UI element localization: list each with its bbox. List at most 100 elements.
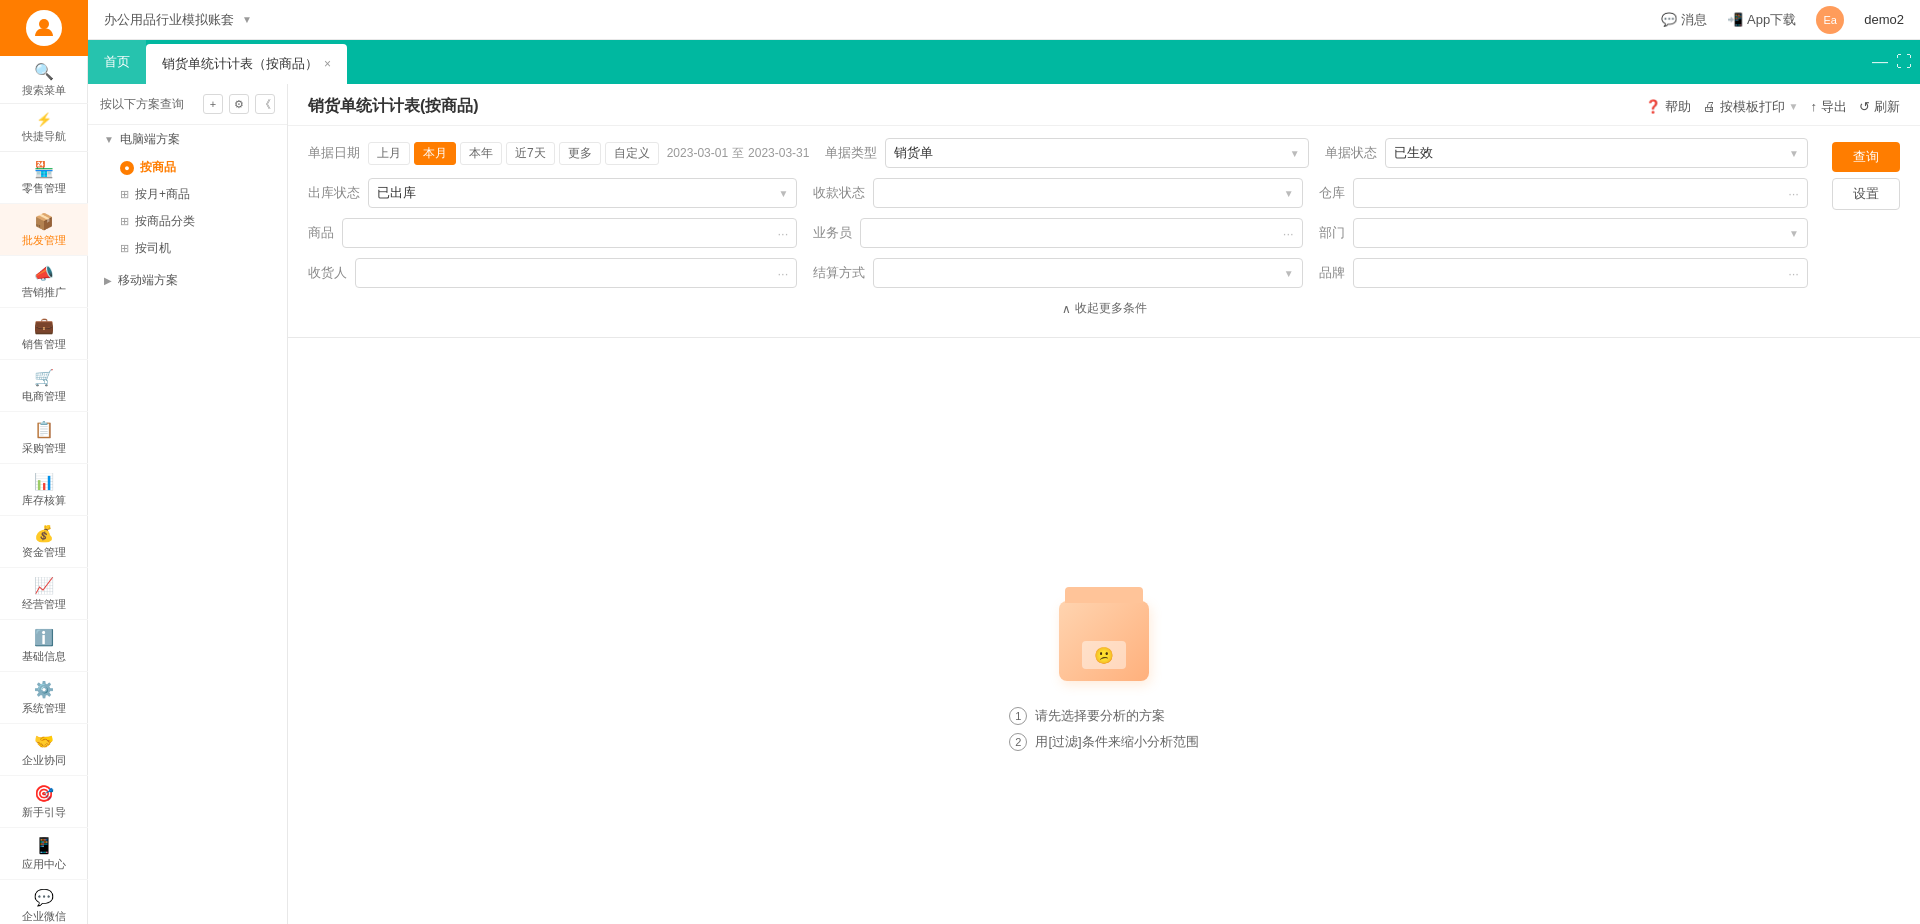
newguide-icon: 🎯	[34, 784, 54, 803]
collect-status-label: 收款状态	[813, 184, 865, 202]
tab-minimize-btn[interactable]: —	[1872, 53, 1888, 71]
help-label: 帮助	[1665, 98, 1691, 116]
salesperson-label: 业务员	[813, 224, 852, 242]
sidebar-item-marketing[interactable]: 📣 营销推广	[0, 256, 88, 308]
app-download-btn[interactable]: 📲 App下载	[1727, 11, 1796, 29]
settlement-select[interactable]: ▼	[873, 258, 1302, 288]
sidebar-item-appcenter[interactable]: 📱 应用中心	[0, 828, 88, 880]
empty-text: 1 请先选择要分析的方案 2 用[过滤]条件来缩小分析范围	[1009, 707, 1198, 751]
message-btn[interactable]: 💬 消息	[1661, 11, 1707, 29]
industry-label: 办公用品行业模拟账套	[104, 11, 234, 29]
collapse-filter-btn[interactable]: ∧ 收起更多条件	[1062, 300, 1147, 317]
brand-select[interactable]: ···	[1353, 258, 1808, 288]
marketing-label: 营销推广	[22, 285, 66, 300]
sidebar-item-corpwechat[interactable]: 💬 企业微信	[0, 880, 88, 924]
step-1-label: 请先选择要分析的方案	[1035, 707, 1165, 725]
svg-point-0	[39, 19, 49, 29]
inventory-icon: 📊	[34, 472, 54, 491]
tab-active[interactable]: 销货单统计计表（按商品） ×	[146, 44, 347, 84]
sidebar-item-ecommerce[interactable]: 🛒 电商管理	[0, 360, 88, 412]
quicknav-item[interactable]: ⚡ 快捷导航	[0, 104, 88, 152]
tree-item-by-category[interactable]: ⊞ 按商品分类	[88, 208, 287, 235]
settlement-arrow: ▼	[1284, 268, 1294, 279]
retail-icon: 🏪	[34, 160, 54, 179]
doc-status-select[interactable]: 已生效 ▼	[1385, 138, 1808, 168]
sidebar-item-inventory[interactable]: 📊 库存核算	[0, 464, 88, 516]
procurement-label: 采购管理	[22, 441, 66, 456]
sidebar-item-wholesale[interactable]: 📦 批发管理	[0, 204, 88, 256]
tree-item-by-category-label: 按商品分类	[135, 213, 195, 230]
page-title: 销货单统计计表(按商品)	[308, 96, 479, 117]
tab-home[interactable]: 首页	[88, 40, 146, 84]
out-status-select[interactable]: 已出库 ▼	[368, 178, 797, 208]
sidebar-item-system[interactable]: ⚙️ 系统管理	[0, 672, 88, 724]
date-pill-this-year[interactable]: 本年	[460, 142, 502, 165]
ecommerce-label: 电商管理	[22, 389, 66, 404]
app-download-icon: 📲	[1727, 12, 1743, 27]
tree-expand-icon: ▼	[104, 134, 114, 145]
date-pill-more[interactable]: 更多	[559, 142, 601, 165]
sidebar-item-procurement[interactable]: 📋 采购管理	[0, 412, 88, 464]
tree-item-by-month-goods[interactable]: ⊞ 按月+商品	[88, 181, 287, 208]
receiver-ellipsis[interactable]: ···	[777, 266, 788, 281]
avatar[interactable]: Ea	[1816, 6, 1844, 34]
sidebar-item-operations[interactable]: 📈 经营管理	[0, 568, 88, 620]
tree-item-by-cashier[interactable]: ⊞ 按司机	[88, 235, 287, 262]
date-pill-custom[interactable]: 自定义	[605, 142, 659, 165]
logo-icon	[26, 10, 62, 46]
tab-close-btn[interactable]: ×	[324, 57, 331, 71]
tree-item-grid-icon-1: ⊞	[120, 188, 129, 201]
date-range-separator: 至	[732, 145, 744, 162]
finance-label: 资金管理	[22, 545, 66, 560]
sidebar-item-retail[interactable]: 🏪 零售管理	[0, 152, 88, 204]
sidebar-item-newguide[interactable]: 🎯 新手引导	[0, 776, 88, 828]
empty-step-1: 1 请先选择要分析的方案	[1009, 707, 1198, 725]
search-menu-item[interactable]: 🔍 搜索菜单	[0, 56, 88, 104]
basic-icon: ℹ️	[34, 628, 54, 647]
brand-ellipsis[interactable]: ···	[1788, 266, 1799, 281]
date-range-start: 2023-03-01	[667, 146, 728, 160]
doc-type-select[interactable]: 销货单 ▼	[885, 138, 1308, 168]
print-dropdown-icon[interactable]: ▼	[1789, 101, 1799, 112]
export-btn[interactable]: ↑ 导出	[1811, 98, 1848, 116]
tree-section-mobile[interactable]: ▶ 移动端方案	[88, 266, 287, 295]
print-btn[interactable]: 🖨 按模板打印 ▼	[1703, 98, 1799, 116]
settings-button[interactable]: 设置	[1832, 178, 1900, 210]
refresh-btn[interactable]: ↺ 刷新	[1859, 98, 1900, 116]
goods-ellipsis[interactable]: ···	[777, 226, 788, 241]
help-btn[interactable]: ❓ 帮助	[1645, 98, 1691, 116]
tree-item-by-goods[interactable]: ● 按商品	[88, 154, 287, 181]
collect-status-select[interactable]: ▼	[873, 178, 1302, 208]
sidebar-item-basic[interactable]: ℹ️ 基础信息	[0, 620, 88, 672]
warehouse-ellipsis[interactable]: ···	[1788, 186, 1799, 201]
logo[interactable]	[0, 0, 88, 56]
tab-expand-btn[interactable]: ⛶	[1896, 53, 1912, 71]
sidebar-item-sales[interactable]: 💼 销售管理	[0, 308, 88, 360]
tree-section-pc[interactable]: ▼ 电脑端方案	[88, 125, 287, 154]
receiver-label: 收货人	[308, 264, 347, 282]
receiver-select[interactable]: ···	[355, 258, 797, 288]
add-scheme-btn[interactable]: +	[203, 94, 223, 114]
date-pill-last-month[interactable]: 上月	[368, 142, 410, 165]
settings-scheme-btn[interactable]: ⚙	[229, 94, 249, 114]
user-name[interactable]: demo2	[1864, 12, 1904, 27]
goods-select[interactable]: ···	[342, 218, 797, 248]
industry-dropdown-arrow[interactable]: ▼	[242, 14, 252, 25]
sidebar: 🔍 搜索菜单 ⚡ 快捷导航 🏪 零售管理 📦 批发管理 📣 营销推广 💼 销售管…	[0, 0, 88, 924]
doc-type-arrow: ▼	[1290, 148, 1300, 159]
filter-area: 单据日期 上月 本月 本年 近7天 更多 自定义	[288, 126, 1920, 338]
collapse-panel-btn[interactable]: 《	[255, 94, 275, 114]
date-pill-this-month[interactable]: 本月	[414, 142, 456, 165]
sidebar-item-enterprise[interactable]: 🤝 企业协同	[0, 724, 88, 776]
sidebar-item-finance[interactable]: 💰 资金管理	[0, 516, 88, 568]
salesperson-ellipsis[interactable]: ···	[1283, 226, 1294, 241]
date-pill-7days[interactable]: 近7天	[506, 142, 555, 165]
left-panel-title: 按以下方案查询	[100, 96, 184, 113]
query-button[interactable]: 查询	[1832, 142, 1900, 172]
procurement-icon: 📋	[34, 420, 54, 439]
department-select[interactable]: ▼	[1353, 218, 1808, 248]
warehouse-select[interactable]: ···	[1353, 178, 1808, 208]
operations-label: 经营管理	[22, 597, 66, 612]
salesperson-select[interactable]: ···	[860, 218, 1302, 248]
export-label: 导出	[1821, 98, 1847, 116]
